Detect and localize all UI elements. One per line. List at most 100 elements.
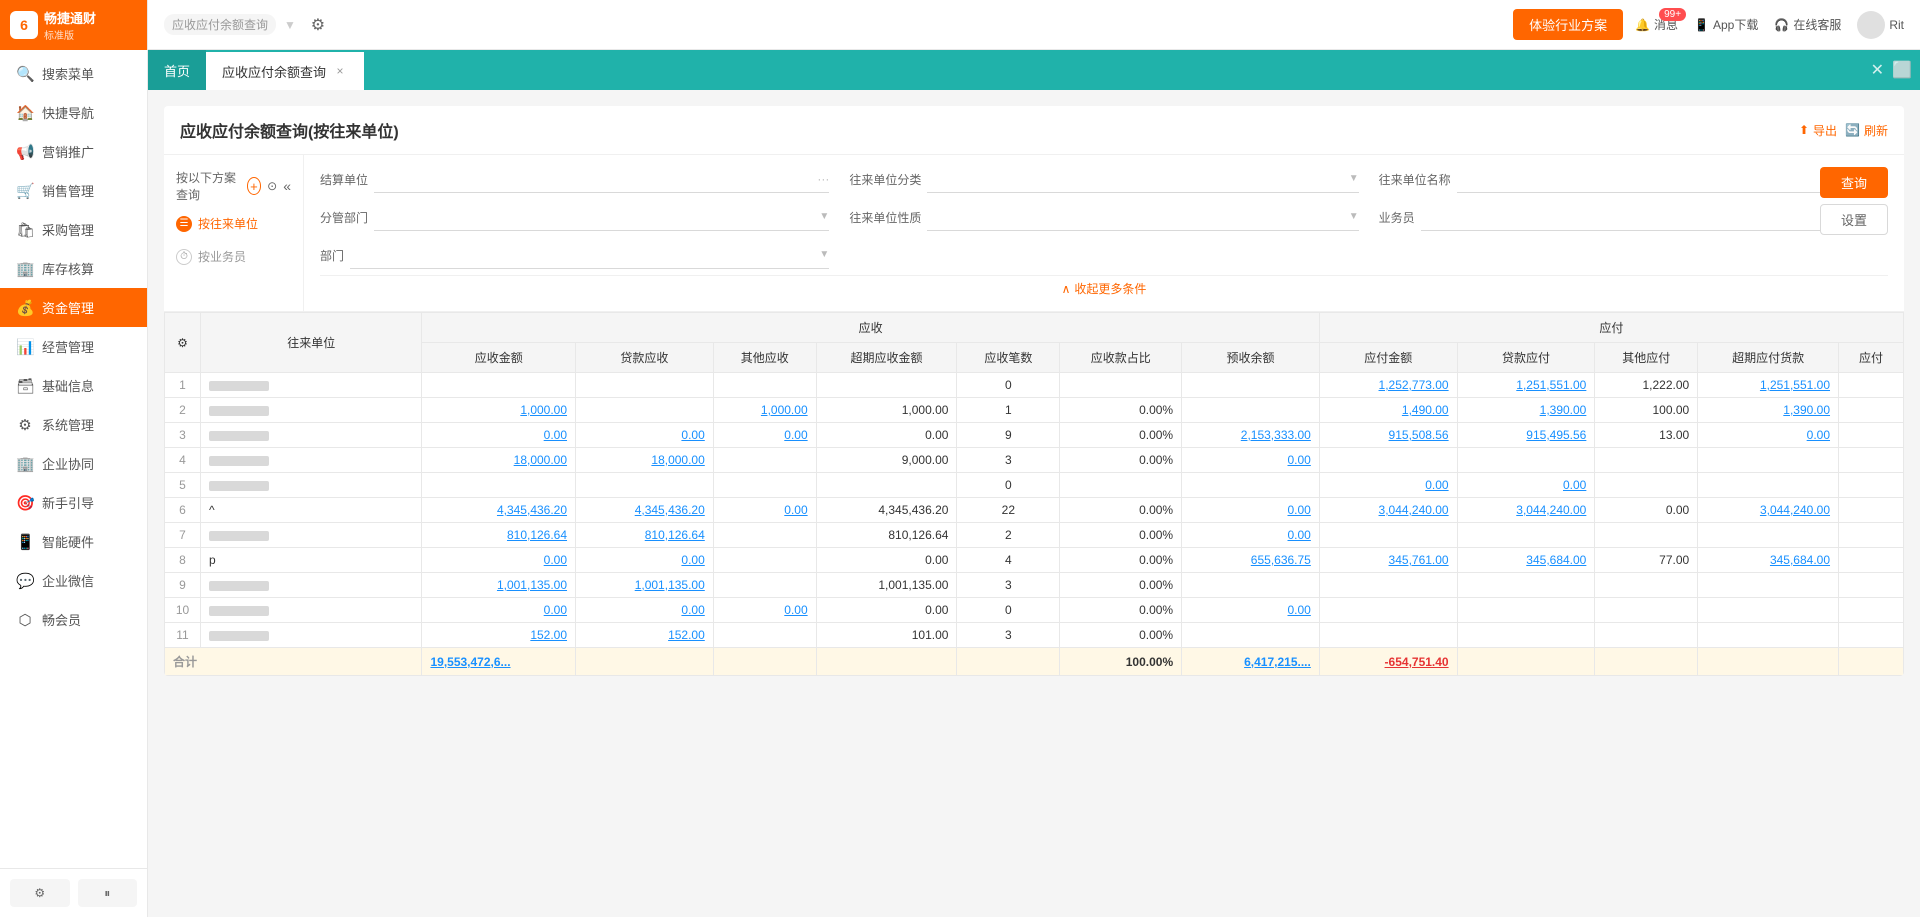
cell-value[interactable]: 0.00 xyxy=(576,548,714,573)
unit-class-select[interactable]: ▼ xyxy=(927,165,1358,193)
sidebar-item-guide[interactable]: 🎯新手引导 xyxy=(0,483,147,522)
cell-value[interactable]: 1,001,135.00 xyxy=(576,573,714,598)
cell-value[interactable]: 1,490.00 xyxy=(1319,398,1457,423)
sidebar-item-wechat[interactable]: 💬企业微信 xyxy=(0,561,147,600)
breadcrumb-area: 应收应付余额查询 ▼ ⚙ xyxy=(164,11,1501,39)
cell-value[interactable]: 0.00 xyxy=(1319,473,1457,498)
total-prepayment[interactable]: 6,417,215.... xyxy=(1182,648,1320,676)
total-payable[interactable]: -654,751.40 xyxy=(1319,648,1457,676)
cell-value[interactable]: 0.00 xyxy=(713,598,816,623)
sidebar-item-sales[interactable]: 🛒销售管理 xyxy=(0,171,147,210)
cell-value[interactable]: 0.00 xyxy=(576,423,714,448)
sidebar-item-basic-info[interactable]: 🗃基础信息 xyxy=(0,366,147,405)
cell-value[interactable]: 2,153,333.00 xyxy=(1182,423,1320,448)
cell-value[interactable]: 4,345,436.20 xyxy=(576,498,714,523)
dept-select[interactable]: ▼ xyxy=(350,241,829,269)
user-menu[interactable]: Rit xyxy=(1857,11,1904,39)
cell-value[interactable]: 0.00 xyxy=(422,548,576,573)
cell-value[interactable]: 810,126.64 xyxy=(422,523,576,548)
cell-value[interactable]: 1,000.00 xyxy=(422,398,576,423)
cell-value[interactable]: 345,684.00 xyxy=(1698,548,1839,573)
app-download-btn[interactable]: 📱 App下载 xyxy=(1694,16,1758,33)
filter-collapse-btn[interactable]: ∧ 收起更多条件 xyxy=(320,275,1888,301)
sidebar-item-hardware[interactable]: 📱智能硬件 xyxy=(0,522,147,561)
page-title: 应收应付余额查询(按往来单位) xyxy=(180,118,399,142)
tab-active[interactable]: 应收应付余额查询 × xyxy=(206,50,364,90)
sidebar-item-system[interactable]: ⚙系统管理 xyxy=(0,405,147,444)
cell-value[interactable]: 1,251,551.00 xyxy=(1698,373,1839,398)
cell-value[interactable]: 0.00 xyxy=(1457,473,1595,498)
filter-scheme1[interactable]: ☰ 按往来单位 xyxy=(164,207,303,240)
cell-empty xyxy=(1319,573,1457,598)
sidebar-item-quick-nav[interactable]: 🏠快捷导航 xyxy=(0,93,147,132)
cell-value[interactable]: 4,345,436.20 xyxy=(422,498,576,523)
sidebar-item-operations[interactable]: 📊经营管理 xyxy=(0,327,147,366)
unit-class-chevron: ▼ xyxy=(1349,173,1359,184)
cell-value[interactable]: 3,044,240.00 xyxy=(1457,498,1595,523)
cell-value[interactable]: 655,636.75 xyxy=(1182,548,1320,573)
sidebar-item-finance[interactable]: 💰资金管理 xyxy=(0,288,147,327)
settlement-unit-input[interactable]: ··· xyxy=(374,165,829,193)
sidebar-settings-btn[interactable]: ⚙ xyxy=(10,879,70,907)
filter-collapse-sidebar-btn[interactable]: « xyxy=(283,178,291,194)
notifications-btn[interactable]: 🔔 消息 99+ xyxy=(1635,16,1678,33)
total-receivable[interactable]: 19,553,472,6... xyxy=(422,648,576,676)
cell-value[interactable]: 0.00 xyxy=(713,498,816,523)
export-btn[interactable]: ⬆ 导出 xyxy=(1799,122,1837,139)
cell-value[interactable]: 1,000.00 xyxy=(713,398,816,423)
settings-btn[interactable]: 设置 xyxy=(1820,204,1888,235)
action-buttons: 查询 设置 xyxy=(1820,167,1888,235)
cell-value[interactable]: 0.00 xyxy=(1182,448,1320,473)
salesman-input[interactable]: ··· xyxy=(1421,203,1888,231)
tab-close-window-btn[interactable]: ✕ xyxy=(1871,60,1884,80)
collapse-label: 收起更多条件 xyxy=(1074,280,1146,297)
sidebar-item-purchase[interactable]: 🛍采购管理 xyxy=(0,210,147,249)
sidebar-item-marketing[interactable]: 📢营销推广 xyxy=(0,132,147,171)
filter-add-btn[interactable]: + xyxy=(247,177,261,195)
cell-value[interactable]: 0.00 xyxy=(1182,523,1320,548)
header-gear-btn[interactable]: ⚙ xyxy=(304,11,332,39)
cell-value[interactable]: 0.00 xyxy=(1182,598,1320,623)
refresh-btn[interactable]: 🔄 刷新 xyxy=(1845,122,1888,139)
cell-value[interactable]: 0.00 xyxy=(1698,423,1839,448)
tab-home-label: 首页 xyxy=(164,61,190,80)
sidebar-item-enterprise[interactable]: 🏢企业协同 xyxy=(0,444,147,483)
query-btn[interactable]: 查询 xyxy=(1820,167,1888,198)
cell-value[interactable]: 152.00 xyxy=(576,623,714,648)
cell-value[interactable]: 0.00 xyxy=(713,423,816,448)
trial-btn[interactable]: 体验行业方案 xyxy=(1513,9,1623,40)
sidebar-item-member[interactable]: ⬡畅会员 xyxy=(0,600,147,639)
th-settings[interactable]: ⚙ xyxy=(165,313,201,373)
cell-value[interactable]: 18,000.00 xyxy=(422,448,576,473)
sidebar-collapse-btn[interactable]: ⏸ xyxy=(78,879,138,907)
cell-value[interactable]: 915,495.56 xyxy=(1457,423,1595,448)
cell-value[interactable]: 915,508.56 xyxy=(1319,423,1457,448)
cell-value[interactable]: 1,390.00 xyxy=(1698,398,1839,423)
cell-value[interactable]: 1,252,773.00 xyxy=(1319,373,1457,398)
cell-value[interactable]: 0.00 xyxy=(422,423,576,448)
division-select[interactable]: ▼ xyxy=(374,203,829,231)
cell-value[interactable]: 1,251,551.00 xyxy=(1457,373,1595,398)
tab-close-btn[interactable]: × xyxy=(332,63,348,79)
sidebar: 6 畅捷通财 标准版 🔍搜索菜单🏠快捷导航📢营销推广🛒销售管理🛍采购管理🏢库存核… xyxy=(0,0,148,917)
cell-value[interactable]: 1,390.00 xyxy=(1457,398,1595,423)
tab-expand-btn[interactable]: ⬜ xyxy=(1892,60,1912,80)
cell-value[interactable]: 152.00 xyxy=(422,623,576,648)
filter-icon-btn[interactable]: ⊙ xyxy=(267,179,277,193)
filter-scheme2[interactable]: ⏱ 按业务员 xyxy=(164,240,303,273)
cell-value[interactable]: 345,684.00 xyxy=(1457,548,1595,573)
cell-value[interactable]: 1,001,135.00 xyxy=(422,573,576,598)
cell-value[interactable]: 345,761.00 xyxy=(1319,548,1457,573)
cell-value[interactable]: 3,044,240.00 xyxy=(1319,498,1457,523)
cell-value[interactable]: 0.00 xyxy=(1182,498,1320,523)
tab-home[interactable]: 首页 xyxy=(148,50,206,90)
cell-value[interactable]: 18,000.00 xyxy=(576,448,714,473)
sidebar-item-inventory[interactable]: 🏢库存核算 xyxy=(0,249,147,288)
cell-value[interactable]: 810,126.64 xyxy=(576,523,714,548)
customer-service-btn[interactable]: 🎧 在线客服 xyxy=(1774,16,1841,33)
cell-value[interactable]: 0.00 xyxy=(422,598,576,623)
cell-value[interactable]: 0.00 xyxy=(576,598,714,623)
cell-value[interactable]: 3,044,240.00 xyxy=(1698,498,1839,523)
unit-nature-select[interactable]: ▼ xyxy=(927,203,1358,231)
sidebar-item-search[interactable]: 🔍搜索菜单 xyxy=(0,54,147,93)
